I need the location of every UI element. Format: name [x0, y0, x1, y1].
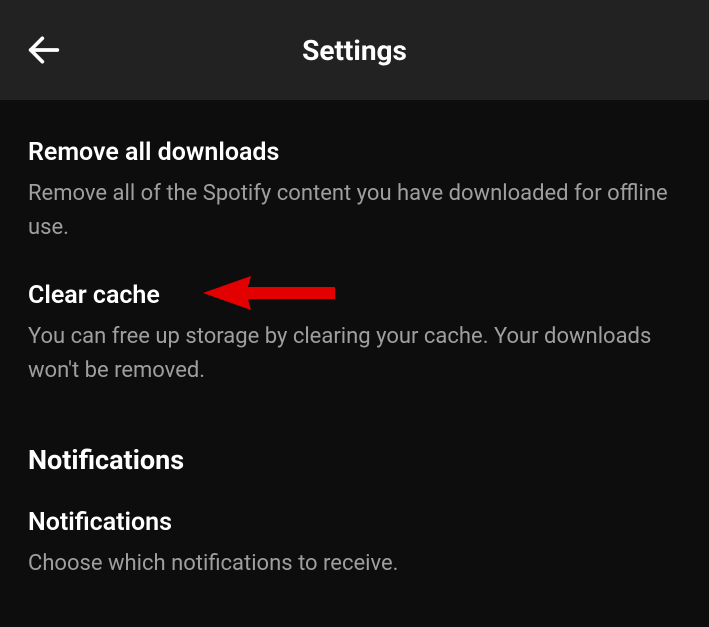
clear-cache-description: You can free up storage by clearing your… [28, 320, 681, 388]
notifications-item[interactable]: Notifications Choose which notifications… [28, 494, 681, 603]
back-button[interactable] [24, 30, 64, 70]
notifications-description: Choose which notifications to receive. [28, 547, 681, 581]
clear-cache-title: Clear cache [28, 281, 681, 310]
notifications-title: Notifications [28, 508, 681, 537]
clear-cache-item[interactable]: Clear cache You can free up storage by c… [28, 267, 681, 410]
notifications-section-header: Notifications [28, 410, 681, 494]
remove-downloads-item[interactable]: Remove all downloads Remove all of the S… [28, 124, 681, 267]
remove-downloads-title: Remove all downloads [28, 138, 681, 167]
header-bar: Settings [0, 0, 709, 100]
settings-content: Remove all downloads Remove all of the S… [0, 100, 709, 627]
back-arrow-icon [24, 30, 64, 70]
remove-downloads-description: Remove all of the Spotify content you ha… [28, 177, 681, 245]
page-title: Settings [24, 34, 685, 67]
